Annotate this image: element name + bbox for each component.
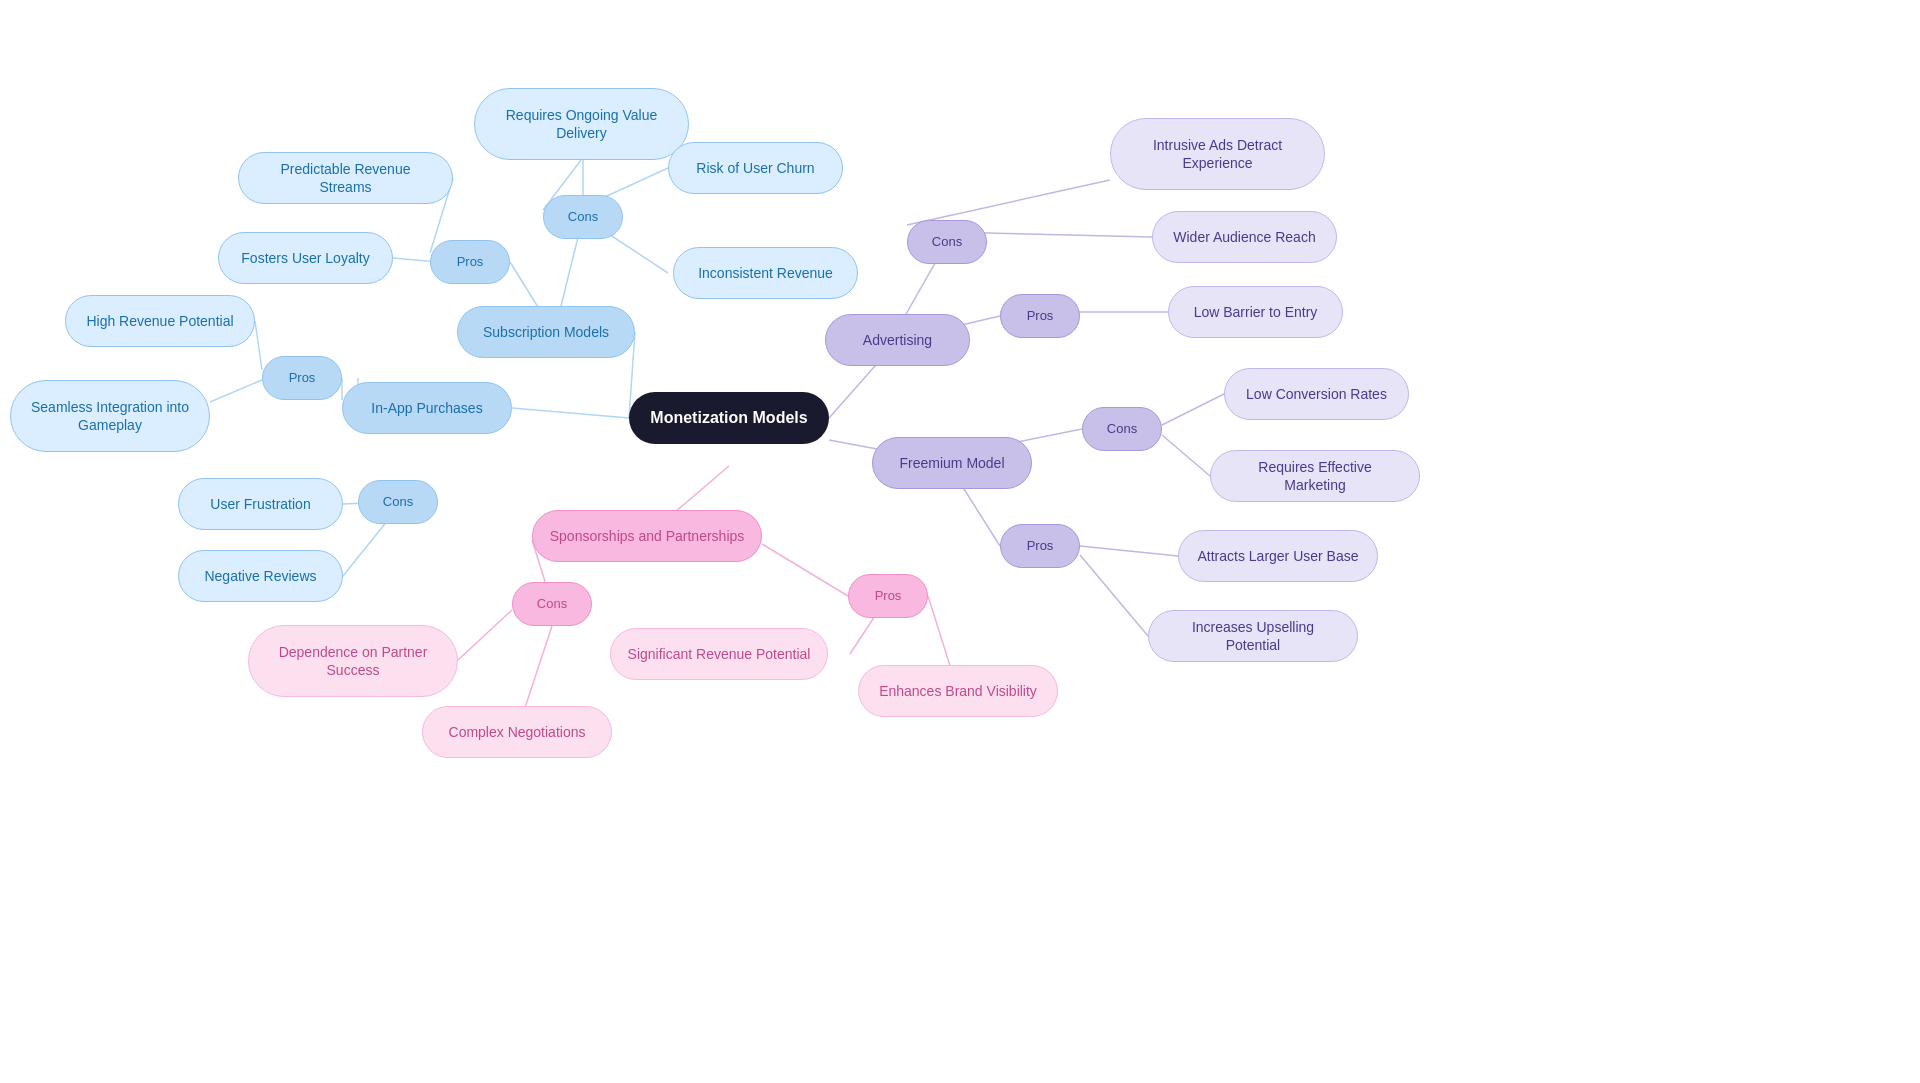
sponsorships-label: Sponsorships and Partnerships: [550, 527, 745, 545]
intrusive-ads-label: Intrusive Ads Detract Experience: [1127, 136, 1308, 172]
risk-churn-label: Risk of User Churn: [696, 159, 814, 177]
low-barrier-node: Low Barrier to Entry: [1168, 286, 1343, 338]
requires-marketing-node: Requires Effective Marketing: [1210, 450, 1420, 502]
iap-pros-node: Pros: [262, 356, 342, 400]
sp-pros-label: Pros: [875, 588, 902, 605]
dependence-label: Dependence on Partner Success: [265, 643, 441, 679]
negative-reviews-node: Negative Reviews: [178, 550, 343, 602]
dependence-partner-node: Dependence on Partner Success: [248, 625, 458, 697]
predictable-revenue-label: Predictable Revenue Streams: [255, 160, 436, 196]
fosters-loyalty-label: Fosters User Loyalty: [241, 249, 369, 267]
increases-upselling-node: Increases Upselling Potential: [1148, 610, 1358, 662]
significant-revenue-node: Significant Revenue Potential: [610, 628, 828, 680]
negative-reviews-label: Negative Reviews: [204, 567, 316, 585]
high-revenue-node: High Revenue Potential: [65, 295, 255, 347]
subscription-label: Subscription Models: [483, 323, 609, 341]
in-app-purchases-node: In-App Purchases: [342, 382, 512, 434]
freemium-model-node: Freemium Model: [872, 437, 1032, 489]
subscription-models-node: Subscription Models: [457, 306, 635, 358]
inconsistent-revenue-node: Inconsistent Revenue: [673, 247, 858, 299]
adv-cons-label: Cons: [932, 234, 962, 251]
svg-line-26: [1162, 394, 1224, 425]
wider-audience-label: Wider Audience Reach: [1173, 228, 1315, 246]
svg-line-8: [210, 380, 262, 402]
complex-neg-label: Complex Negotiations: [449, 723, 586, 741]
intrusive-ads-node: Intrusive Ads Detract Experience: [1110, 118, 1325, 190]
fosters-loyalty-node: Fosters User Loyalty: [218, 232, 393, 284]
requires-ongoing-label: Requires Ongoing Value Delivery: [491, 106, 672, 142]
predictable-revenue-node: Predictable Revenue Streams: [238, 152, 453, 204]
increases-upselling-label: Increases Upselling Potential: [1165, 618, 1341, 654]
low-conversion-node: Low Conversion Rates: [1224, 368, 1409, 420]
center-node: Monetization Models: [629, 392, 829, 444]
wider-audience-node: Wider Audience Reach: [1152, 211, 1337, 263]
svg-line-0: [512, 408, 629, 418]
adv-cons-node: Cons: [907, 220, 987, 264]
enhances-brand-label: Enhances Brand Visibility: [879, 682, 1037, 700]
sub-pros-node: Pros: [430, 240, 510, 284]
sub-pros-label: Pros: [457, 254, 484, 271]
sp-pros-node: Pros: [848, 574, 928, 618]
inconsistent-revenue-label: Inconsistent Revenue: [698, 264, 833, 282]
sponsorships-node: Sponsorships and Partnerships: [532, 510, 762, 562]
svg-line-28: [1080, 546, 1178, 556]
svg-line-7: [255, 321, 262, 370]
low-barrier-label: Low Barrier to Entry: [1194, 303, 1318, 321]
seamless-label: Seamless Integration into Gameplay: [27, 398, 193, 434]
requires-marketing-label: Requires Effective Marketing: [1227, 458, 1403, 494]
seamless-integration-node: Seamless Integration into Gameplay: [10, 380, 210, 452]
sp-cons-node: Cons: [512, 582, 592, 626]
risk-churn-node: Risk of User Churn: [668, 142, 843, 194]
user-frustration-node: User Frustration: [178, 478, 343, 530]
attracts-larger-node: Attracts Larger User Base: [1178, 530, 1378, 582]
adv-pros-node: Pros: [1000, 294, 1080, 338]
iap-cons-label: Cons: [383, 494, 413, 511]
iap-cons-node: Cons: [358, 480, 438, 524]
requires-ongoing-node: Requires Ongoing Value Delivery: [474, 88, 689, 160]
attracts-larger-label: Attracts Larger User Base: [1197, 547, 1358, 565]
user-frustration-label: User Frustration: [210, 495, 310, 513]
advertising-node: Advertising: [825, 314, 970, 366]
sp-cons-label: Cons: [537, 596, 567, 613]
free-pros-label: Pros: [1027, 538, 1054, 555]
significant-revenue-label: Significant Revenue Potential: [628, 645, 811, 663]
in-app-label: In-App Purchases: [371, 399, 482, 417]
svg-line-32: [458, 610, 512, 660]
enhances-brand-node: Enhances Brand Visibility: [858, 665, 1058, 717]
sub-cons-label: Cons: [568, 209, 598, 226]
advertising-label: Advertising: [863, 331, 932, 349]
freemium-label: Freemium Model: [899, 454, 1004, 472]
iap-pros-label: Pros: [289, 370, 316, 387]
svg-line-31: [762, 544, 848, 596]
adv-pros-label: Pros: [1027, 308, 1054, 325]
svg-line-21: [907, 180, 1110, 225]
svg-line-29: [1080, 555, 1148, 636]
free-cons-node: Cons: [1082, 407, 1162, 451]
complex-negotiations-node: Complex Negotiations: [422, 706, 612, 758]
high-revenue-label: High Revenue Potential: [86, 312, 233, 330]
center-label: Monetization Models: [650, 408, 807, 429]
svg-line-27: [1162, 435, 1210, 476]
low-conversion-label: Low Conversion Rates: [1246, 385, 1387, 403]
sub-cons-node: Cons: [543, 195, 623, 239]
free-cons-label: Cons: [1107, 421, 1137, 438]
free-pros-node: Pros: [1000, 524, 1080, 568]
